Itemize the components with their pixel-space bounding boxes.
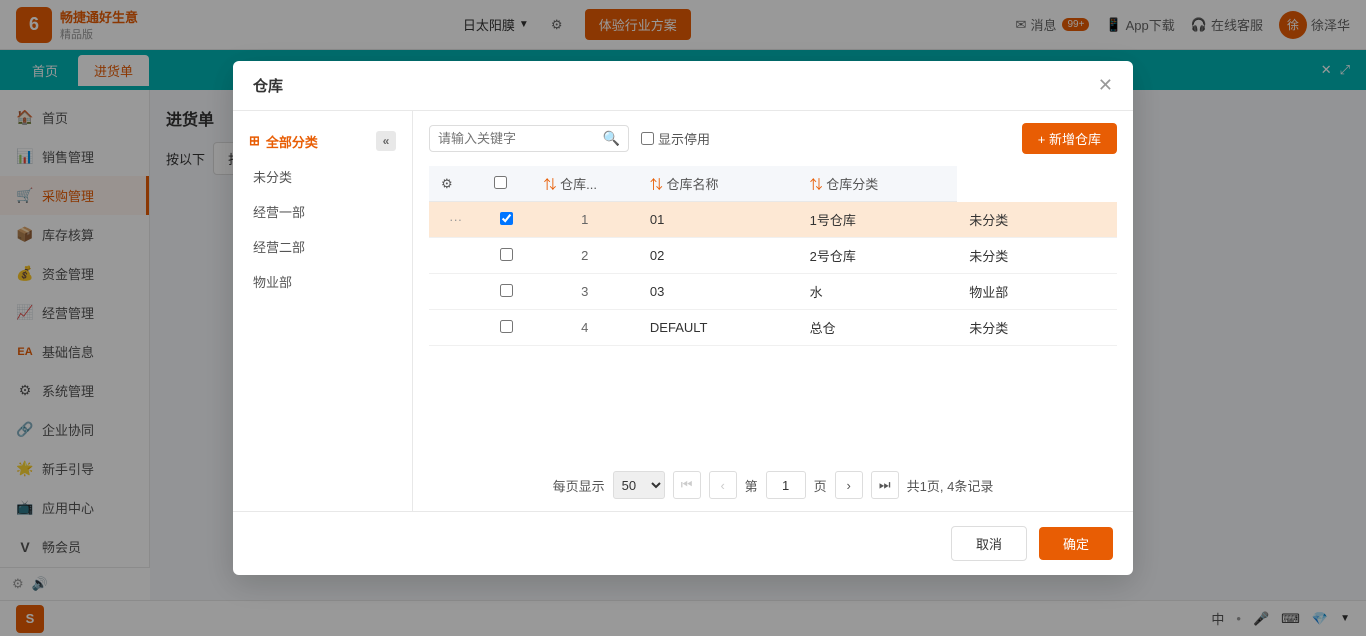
category-item-ops1[interactable]: 经营一部 [233,194,412,229]
grid-icon: ⊞ [249,133,260,149]
pagination: 每页显示 50 10 20 100 ⏮ ‹ 第 页 › ⏭ 共1页, 4条记录 [429,459,1117,499]
category-item-ops2[interactable]: 经营二部 [233,229,412,264]
row-code-cell: DEFAULT [638,310,798,346]
sort-icon-name: ⇅ [650,177,663,192]
next-page-button[interactable]: › [835,471,863,499]
row-checkbox[interactable] [500,212,513,225]
select-all-checkbox[interactable] [494,176,507,189]
row-code-cell: 03 [638,274,798,310]
page-suffix: 页 [814,476,827,495]
row-checkbox[interactable] [500,284,513,297]
col-header-name: ⇅ 仓库名称 [638,166,798,202]
search-box[interactable]: 🔍 [429,125,629,152]
row-more-icon[interactable]: ··· [449,212,462,227]
category-item-property[interactable]: 物业部 [233,264,412,299]
modal-body: ⊞ 全部分类 « 未分类 经营一部 经营二部 物业部 🔍 [233,111,1133,511]
first-page-button[interactable]: ⏮ [673,471,701,499]
table-toolbar: 🔍 显示停用 + 新增仓库 [429,123,1117,154]
row-category-cell: 未分类 [957,202,1117,238]
row-gear-cell: ··· [429,202,482,238]
table-row: ··· 1 01 1号仓库 未分类 [429,202,1117,238]
total-info: 共1页, 4条记录 [907,476,994,495]
gear-col-icon[interactable]: ⚙ [441,176,453,191]
row-name-cell: 总仓 [798,310,958,346]
all-categories-label: 全部分类 [266,132,318,151]
category-item-uncategorized[interactable]: 未分类 [233,159,412,194]
row-category-cell: 物业部 [957,274,1117,310]
col-header-category: ⇅ 仓库分类 [798,166,958,202]
row-name-cell: 2号仓库 [798,238,958,274]
row-num-cell: 3 [531,274,637,310]
row-category-cell: 未分类 [957,310,1117,346]
row-check-cell[interactable] [482,274,531,310]
show-disabled-checkbox[interactable] [641,132,654,145]
show-disabled-checkbox-label[interactable]: 显示停用 [641,129,710,148]
row-checkbox[interactable] [500,320,513,333]
show-disabled-label: 显示停用 [658,129,710,148]
row-gear-cell [429,274,482,310]
last-page-button[interactable]: ⏭ [871,471,899,499]
table-header-row: ⚙ ⇅ 仓库... ⇅ 仓库名称 ⇅ [429,166,1117,202]
all-categories-button[interactable]: ⊞ 全部分类 « [233,123,412,159]
modal-footer: 取消 确定 [233,511,1133,575]
sort-icon-cat: ⇅ [810,177,823,192]
collapse-icon[interactable]: « [376,131,396,151]
prev-page-button[interactable]: ‹ [709,471,737,499]
row-num-cell: 1 [531,202,637,238]
row-checkbox[interactable] [500,248,513,261]
col-label-name: 仓库名称 [667,177,719,192]
page-number-input[interactable] [766,471,806,499]
row-check-cell[interactable] [482,202,531,238]
table-area: 🔍 显示停用 + 新增仓库 ⚙ ⇅ [413,111,1133,511]
new-warehouse-button[interactable]: + 新增仓库 [1022,123,1117,154]
modal-header: 仓库 ✕ [233,61,1133,111]
row-gear-cell [429,310,482,346]
cancel-button[interactable]: 取消 [951,526,1027,561]
row-check-cell[interactable] [482,238,531,274]
warehouse-table: ⚙ ⇅ 仓库... ⇅ 仓库名称 ⇅ [429,166,1117,346]
row-check-cell[interactable] [482,310,531,346]
col-label-code: 仓库... [560,177,597,192]
table-row: 3 03 水 物业部 [429,274,1117,310]
row-name-cell: 水 [798,274,958,310]
row-gear-cell [429,238,482,274]
row-name-cell: 1号仓库 [798,202,958,238]
row-num-cell: 2 [531,238,637,274]
modal-overlay: 仓库 ✕ ⊞ 全部分类 « 未分类 经营一部 经营二部 物业部 [0,0,1366,636]
col-header-code: ⇅ 仓库... [531,166,637,202]
search-icon[interactable]: 🔍 [603,130,620,147]
table-row: 4 DEFAULT 总仓 未分类 [429,310,1117,346]
category-sidebar: ⊞ 全部分类 « 未分类 经营一部 经营二部 物业部 [233,111,413,511]
row-category-cell: 未分类 [957,238,1117,274]
confirm-button[interactable]: 确定 [1039,527,1113,560]
col-header-gear: ⚙ [429,166,482,202]
sort-icon-code: ⇅ [543,177,556,192]
row-code-cell: 02 [638,238,798,274]
col-header-check [482,166,531,202]
per-page-select[interactable]: 50 10 20 100 [613,471,665,499]
search-input[interactable] [438,131,603,146]
per-page-label: 每页显示 [553,476,605,495]
modal-close-button[interactable]: ✕ [1098,75,1113,96]
col-label-category: 仓库分类 [826,177,878,192]
modal-title: 仓库 [253,75,283,96]
table-row: 2 02 2号仓库 未分类 [429,238,1117,274]
warehouse-modal: 仓库 ✕ ⊞ 全部分类 « 未分类 经营一部 经营二部 物业部 [233,61,1133,575]
row-num-cell: 4 [531,310,637,346]
page-label: 第 [745,476,758,495]
row-code-cell: 01 [638,202,798,238]
